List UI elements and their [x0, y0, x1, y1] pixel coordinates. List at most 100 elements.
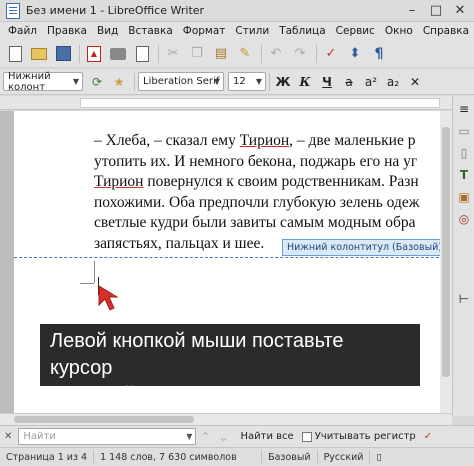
copy-icon: ❐	[191, 46, 203, 61]
formatting-marks-button[interactable]: ¶	[368, 43, 390, 65]
spelling-button[interactable]: ✓	[320, 43, 342, 65]
footer-tag[interactable]: Нижний колонтитул (Базовый) ▾	[282, 239, 452, 256]
document-body[interactable]: – Хлеба, – сказал ему Тирион, – две мале…	[94, 131, 452, 255]
paragraph-style-value: Нижний колонт	[8, 70, 51, 93]
export-pdf-button[interactable]: ▲	[83, 43, 105, 65]
writer-app-icon	[6, 2, 20, 19]
bold-icon: Ж	[275, 74, 291, 89]
paste-button[interactable]: ▤	[210, 43, 232, 65]
instruction-caption: Левой кнопкой мыши поставьте курсор в ни…	[40, 324, 420, 406]
text-segment: повернулся к своим родственникам. Разн	[143, 173, 419, 191]
status-bar: Страница 1 из 4 1 148 слов, 7 630 символ…	[0, 447, 474, 466]
print-preview-icon	[135, 45, 149, 62]
folder-icon	[31, 47, 47, 60]
undo-button[interactable]: ↶	[265, 43, 287, 65]
misspelled-word: Тирион	[94, 173, 144, 191]
find-all-button[interactable]: Найти все	[241, 431, 294, 442]
page-style[interactable]: Базовый	[262, 449, 318, 465]
copy-button[interactable]: ❐	[186, 43, 208, 65]
menu-table[interactable]: Таблица	[274, 25, 330, 37]
text-line: Тирион повернулся к своим родственникам.…	[94, 172, 452, 193]
scrollbar-thumb[interactable]	[442, 127, 450, 377]
page-count[interactable]: Страница 1 из 4	[0, 449, 95, 465]
chevron-down-icon: ▼	[186, 432, 193, 441]
cut-button[interactable]: ✂	[162, 43, 184, 65]
sidebar-extra-button[interactable]: ⊢	[455, 290, 473, 308]
sidebar-navigator-button[interactable]: ◎	[455, 210, 473, 228]
menu-format[interactable]: Формат	[178, 25, 231, 37]
find-next-icon[interactable]: ⌄	[218, 430, 228, 444]
formatting-toolbar: Нижний колонт ▼ ⟳ ★ Liberation Serif ▼ 1…	[0, 69, 474, 95]
bold-button[interactable]: Ж	[273, 72, 293, 92]
maximize-button[interactable]: □	[426, 1, 446, 21]
clear-formatting-button[interactable]: ✕	[405, 72, 425, 92]
undo-icon: ↶	[270, 46, 282, 61]
save-icon	[55, 46, 71, 61]
text-segment: – Хлеба, – сказал ему	[94, 132, 240, 149]
menu-styles[interactable]: Стили	[230, 25, 274, 37]
match-case-checkbox[interactable]	[301, 431, 312, 442]
save-button[interactable]	[52, 43, 74, 65]
new-document-button[interactable]	[4, 43, 26, 65]
find-replace-icon[interactable]: ✓	[424, 431, 432, 442]
print-preview-button[interactable]	[131, 43, 153, 65]
underline-button[interactable]: Ч	[317, 72, 337, 92]
print-button[interactable]	[107, 43, 129, 65]
sidebar-page-button[interactable]: ▯	[455, 144, 473, 162]
scrollbar-thumb[interactable]	[14, 416, 194, 423]
sidebar-properties-button[interactable]: ▭	[455, 122, 473, 140]
menu-insert[interactable]: Вставка	[123, 25, 178, 37]
new-style-button[interactable]: ★	[109, 72, 129, 92]
minimize-button[interactable]: –	[402, 1, 422, 21]
horizontal-ruler[interactable]	[0, 96, 452, 110]
clone-formatting-button[interactable]: ✎	[234, 43, 256, 65]
text-line: похожими. Оба предпочли глубокую зелень …	[94, 193, 452, 214]
sidebar-menu-button[interactable]: ≡	[455, 100, 473, 118]
paragraph-style-combo[interactable]: Нижний колонт ▼	[3, 70, 83, 93]
text-segment: похожими. Оба предпочли глубокую зелень …	[94, 193, 420, 211]
new-style-icon: ★	[113, 74, 125, 89]
menu-window[interactable]: Окно	[380, 25, 418, 37]
mouse-pointer-icon	[98, 285, 119, 311]
standard-toolbar: ▲ ✂ ❐ ▤ ✎ ↶ ↷ ✓ ⬍ ¶	[0, 40, 474, 68]
strikethrough-button[interactable]: a	[339, 72, 359, 92]
redo-button[interactable]: ↷	[289, 43, 311, 65]
find-previous-icon[interactable]: ⌃	[200, 430, 210, 444]
horizontal-scrollbar[interactable]	[0, 413, 452, 425]
menu-view[interactable]: Вид	[92, 25, 123, 37]
compass-icon: ◎	[458, 212, 470, 226]
language[interactable]: Русский	[318, 449, 371, 465]
superscript-button[interactable]: a²	[361, 72, 381, 92]
menu-edit[interactable]: Правка	[42, 25, 92, 37]
new-document-icon	[8, 45, 22, 62]
menu-icon: ≡	[458, 102, 470, 116]
update-style-button[interactable]: ⟳	[87, 72, 107, 92]
menu-help[interactable]: Справка	[418, 25, 474, 37]
menu-file[interactable]: Файл	[3, 25, 42, 37]
text-line: светлые кудри были завиты самым модным о…	[94, 213, 452, 234]
subscript-button[interactable]: a₂	[383, 72, 403, 92]
font-size-combo[interactable]: 12 ▼	[228, 72, 266, 91]
text-boundary-corner	[80, 283, 94, 284]
close-findbar-icon[interactable]: ✕	[4, 431, 12, 442]
toolbar-separator	[158, 44, 159, 63]
toolbar-separator	[269, 72, 270, 91]
find-input[interactable]: Найти ▼	[18, 428, 197, 445]
text-boundary-corner	[94, 261, 95, 283]
word-count[interactable]: 1 148 слов, 7 630 символов	[94, 449, 263, 465]
find-placeholder: Найти	[23, 431, 56, 442]
italic-button[interactable]: К	[295, 72, 315, 92]
sidebar-styles-button[interactable]: T	[455, 166, 473, 184]
autocheck-spelling-button[interactable]: ⬍	[344, 43, 366, 65]
close-button[interactable]: ✕	[450, 1, 470, 21]
menu-tools[interactable]: Сервис	[331, 25, 380, 37]
instruction-line: Левой кнопкой мыши поставьте курсор	[50, 330, 344, 379]
font-name-value: Liberation Serif	[143, 76, 220, 87]
italic-icon: К	[299, 74, 311, 89]
vertical-scrollbar[interactable]	[440, 111, 452, 413]
sidebar-gallery-button[interactable]: ▣	[455, 188, 473, 206]
font-size-value: 12	[233, 76, 246, 87]
insert-mode-icon[interactable]: ▯	[370, 450, 387, 465]
font-name-combo[interactable]: Liberation Serif ▼	[138, 72, 224, 91]
open-button[interactable]	[28, 43, 50, 65]
